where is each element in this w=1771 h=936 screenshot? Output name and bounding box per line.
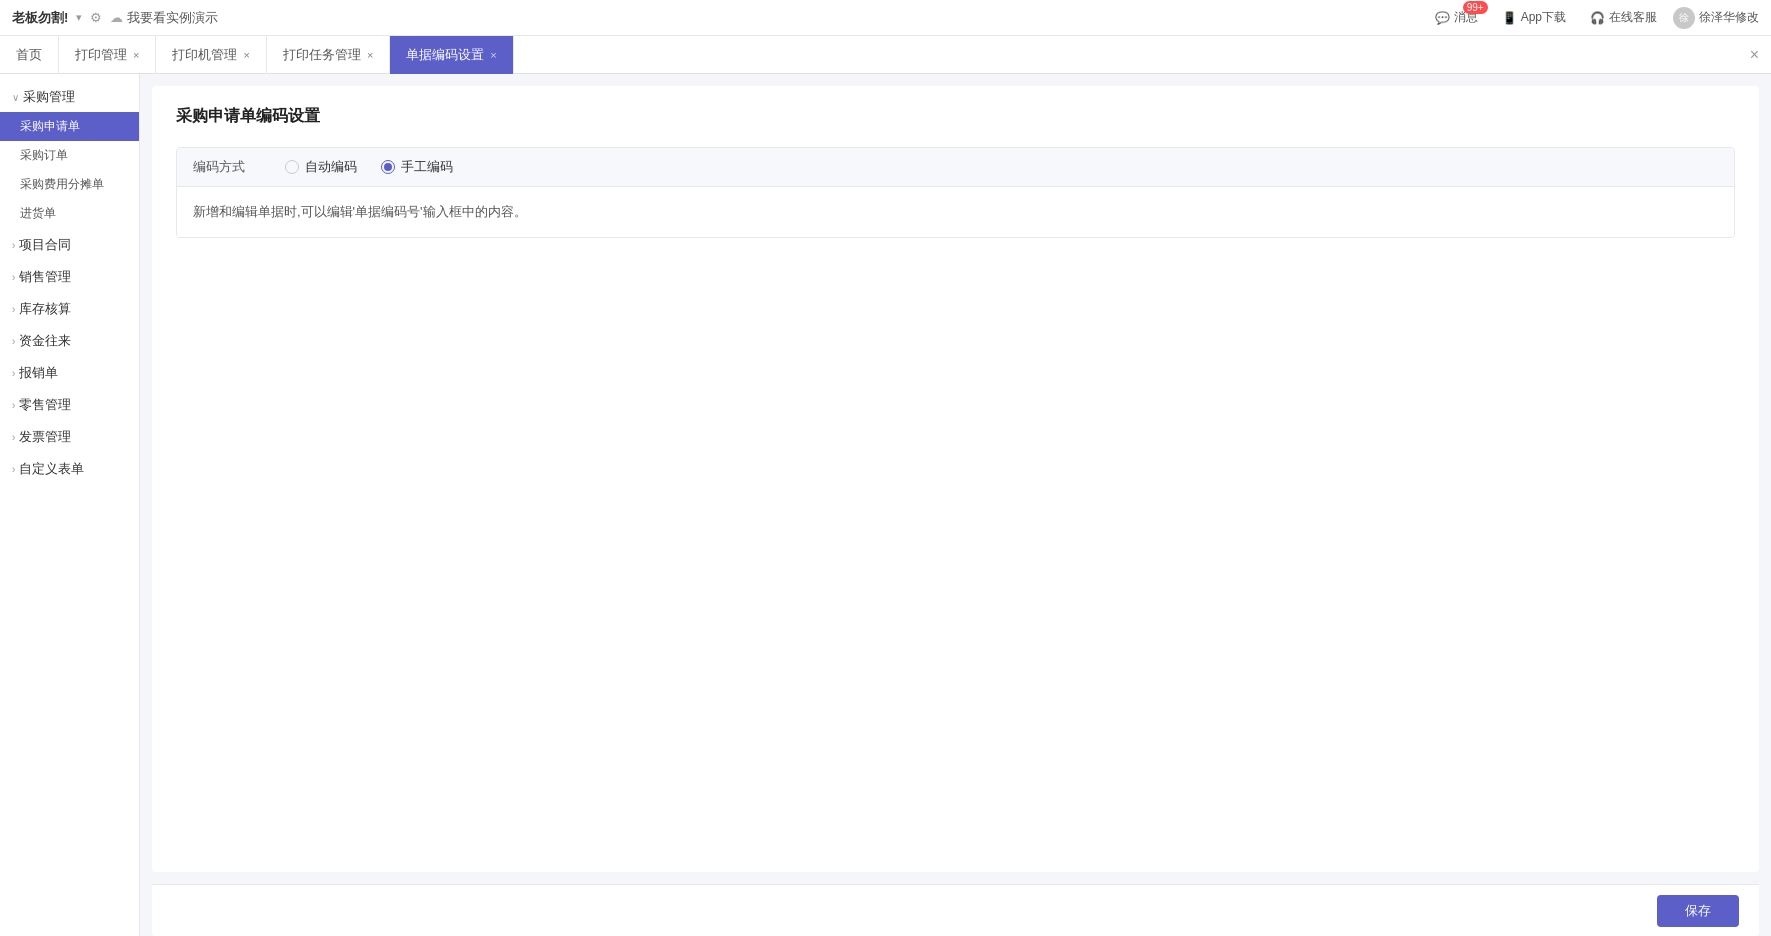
stock-in-label: 进货单	[20, 206, 56, 220]
tab-print-manage[interactable]: 打印管理 ×	[59, 36, 156, 74]
retail-group-label: 零售管理	[19, 396, 71, 414]
content-footer: 保存	[152, 884, 1759, 936]
app-download-button[interactable]: 📱 App下载	[1502, 9, 1566, 26]
sidebar-item-purchase-expense[interactable]: 采购费用分摊单	[0, 170, 139, 199]
sidebar-group-invoice: › 发票管理	[0, 422, 139, 452]
tab-single-code-label: 单据编码设置	[406, 46, 484, 64]
tab-bar: 首页 打印管理 × 打印机管理 × 打印任务管理 × 单据编码设置 × ×	[0, 36, 1771, 74]
radio-auto-code[interactable]: 自动编码	[285, 158, 357, 176]
return-arrow: ›	[12, 368, 15, 379]
sidebar-group-inventory: › 库存核算	[0, 294, 139, 324]
radio-manual-code[interactable]: 手工编码	[381, 158, 453, 176]
sidebar-group-project: › 项目合同	[0, 230, 139, 260]
purchase-request-label: 采购申请单	[20, 119, 80, 133]
sidebar: ∨ 采购管理 采购申请单 采购订单 采购费用分摊单 进货单 › 项目合同	[0, 74, 140, 936]
service-icon: 🎧	[1590, 11, 1605, 25]
dropdown-icon[interactable]: ▾	[76, 11, 82, 24]
top-bar-left: 老板勿割! ▾ ⚙ ☁ 我要看实例演示	[12, 9, 218, 27]
project-group-label: 项目合同	[19, 236, 71, 254]
content-area: 采购申请单编码设置 编码方式 自动编码 手工编码	[140, 74, 1771, 936]
online-service-button[interactable]: 🎧 在线客服	[1590, 9, 1657, 26]
project-arrow: ›	[12, 240, 15, 251]
return-group-label: 报销单	[19, 364, 58, 382]
retail-arrow: ›	[12, 400, 15, 411]
tab-print-task-label: 打印任务管理	[283, 46, 361, 64]
avatar: 徐	[1673, 7, 1695, 29]
sidebar-group-capital-title[interactable]: › 资金往来	[0, 326, 139, 356]
purchase-arrow: ∨	[12, 92, 19, 103]
brand-name: 老板勿割!	[12, 9, 68, 27]
top-bar: 老板勿割! ▾ ⚙ ☁ 我要看实例演示 💬 消息 99+ 📱 App下载 🎧 在…	[0, 0, 1771, 36]
encoding-form: 编码方式 自动编码 手工编码 新增和编辑单据时,可以编辑'单据编码号'输入框中的…	[176, 147, 1735, 238]
app-download-label: App下载	[1521, 9, 1566, 26]
invoice-group-label: 发票管理	[19, 428, 71, 446]
cloud-icon: ☁	[110, 10, 123, 25]
tab-print-manage-label: 打印管理	[75, 46, 127, 64]
message-icon: 💬	[1435, 11, 1450, 25]
radio-group: 自动编码 手工编码	[285, 158, 453, 176]
tab-single-code[interactable]: 单据编码设置 ×	[390, 36, 513, 74]
tab-bar-close-all[interactable]: ×	[1738, 46, 1771, 64]
invoice-arrow: ›	[12, 432, 15, 443]
purchase-order-label: 采购订单	[20, 148, 68, 162]
sidebar-group-invoice-title[interactable]: › 发票管理	[0, 422, 139, 452]
tab-print-manage-close[interactable]: ×	[133, 49, 139, 61]
sidebar-group-return-title[interactable]: › 报销单	[0, 358, 139, 388]
sidebar-item-stock-in[interactable]: 进货单	[0, 199, 139, 228]
main-layout: ∨ 采购管理 采购申请单 采购订单 采购费用分摊单 进货单 › 项目合同	[0, 74, 1771, 936]
hint-text: 新增和编辑单据时,可以编辑'单据编码号'输入框中的内容。	[177, 187, 1734, 237]
sidebar-group-retail-title[interactable]: › 零售管理	[0, 390, 139, 420]
purchase-expense-label: 采购费用分摊单	[20, 177, 104, 191]
top-bar-right: 💬 消息 99+ 📱 App下载 🎧 在线客服 徐 徐泽华修改	[1435, 7, 1759, 29]
radio-auto-circle	[285, 160, 299, 174]
tab-print-task[interactable]: 打印任务管理 ×	[267, 36, 390, 74]
custom-arrow: ›	[12, 464, 15, 475]
online-service-label: 在线客服	[1609, 9, 1657, 26]
tab-printer-manage-label: 打印机管理	[172, 46, 237, 64]
demo-link[interactable]: ☁ 我要看实例演示	[110, 9, 218, 27]
sidebar-group-inventory-title[interactable]: › 库存核算	[0, 294, 139, 324]
inventory-group-label: 库存核算	[19, 300, 71, 318]
user-menu[interactable]: 徐 徐泽华修改	[1673, 7, 1759, 29]
sidebar-group-project-title[interactable]: › 项目合同	[0, 230, 139, 260]
sidebar-group-purchase: ∨ 采购管理 采购申请单 采购订单 采购费用分摊单 进货单	[0, 82, 139, 228]
content-main: 采购申请单编码设置 编码方式 自动编码 手工编码	[152, 86, 1759, 872]
sidebar-group-sales-title[interactable]: › 销售管理	[0, 262, 139, 292]
auto-code-label: 自动编码	[305, 158, 357, 176]
sidebar-item-purchase-request[interactable]: 采购申请单	[0, 112, 139, 141]
gear-icon[interactable]: ⚙	[90, 10, 102, 25]
tab-single-code-close[interactable]: ×	[490, 49, 496, 61]
sales-group-label: 销售管理	[19, 268, 71, 286]
sidebar-group-custom-title[interactable]: › 自定义表单	[0, 454, 139, 484]
sales-arrow: ›	[12, 272, 15, 283]
sidebar-group-sales: › 销售管理	[0, 262, 139, 292]
tab-print-task-close[interactable]: ×	[367, 49, 373, 61]
radio-manual-circle	[381, 160, 395, 174]
sidebar-group-custom: › 自定义表单	[0, 454, 139, 484]
sidebar-item-purchase-order[interactable]: 采购订单	[0, 141, 139, 170]
capital-group-label: 资金往来	[19, 332, 71, 350]
capital-arrow: ›	[12, 336, 15, 347]
sidebar-group-return: › 报销单	[0, 358, 139, 388]
tab-printer-manage-close[interactable]: ×	[243, 49, 249, 61]
tab-printer-manage[interactable]: 打印机管理 ×	[156, 36, 266, 74]
sidebar-group-purchase-title[interactable]: ∨ 采购管理	[0, 82, 139, 112]
purchase-group-label: 采购管理	[23, 88, 75, 106]
custom-group-label: 自定义表单	[19, 460, 84, 478]
page-title: 采购申请单编码设置	[176, 106, 1735, 127]
inventory-arrow: ›	[12, 304, 15, 315]
tab-home[interactable]: 首页	[0, 36, 59, 74]
manual-code-label: 手工编码	[401, 158, 453, 176]
demo-link-text: 我要看实例演示	[127, 9, 218, 27]
tab-home-label: 首页	[16, 46, 42, 64]
user-name: 徐泽华修改	[1699, 9, 1759, 26]
sidebar-group-capital: › 资金往来	[0, 326, 139, 356]
encoding-label: 编码方式	[193, 158, 253, 176]
message-button[interactable]: 💬 消息 99+	[1435, 9, 1478, 26]
sidebar-group-retail: › 零售管理	[0, 390, 139, 420]
save-button[interactable]: 保存	[1657, 895, 1739, 927]
app-icon: 📱	[1502, 11, 1517, 25]
encoding-row: 编码方式 自动编码 手工编码	[177, 148, 1734, 187]
message-badge: 99+	[1463, 1, 1488, 14]
